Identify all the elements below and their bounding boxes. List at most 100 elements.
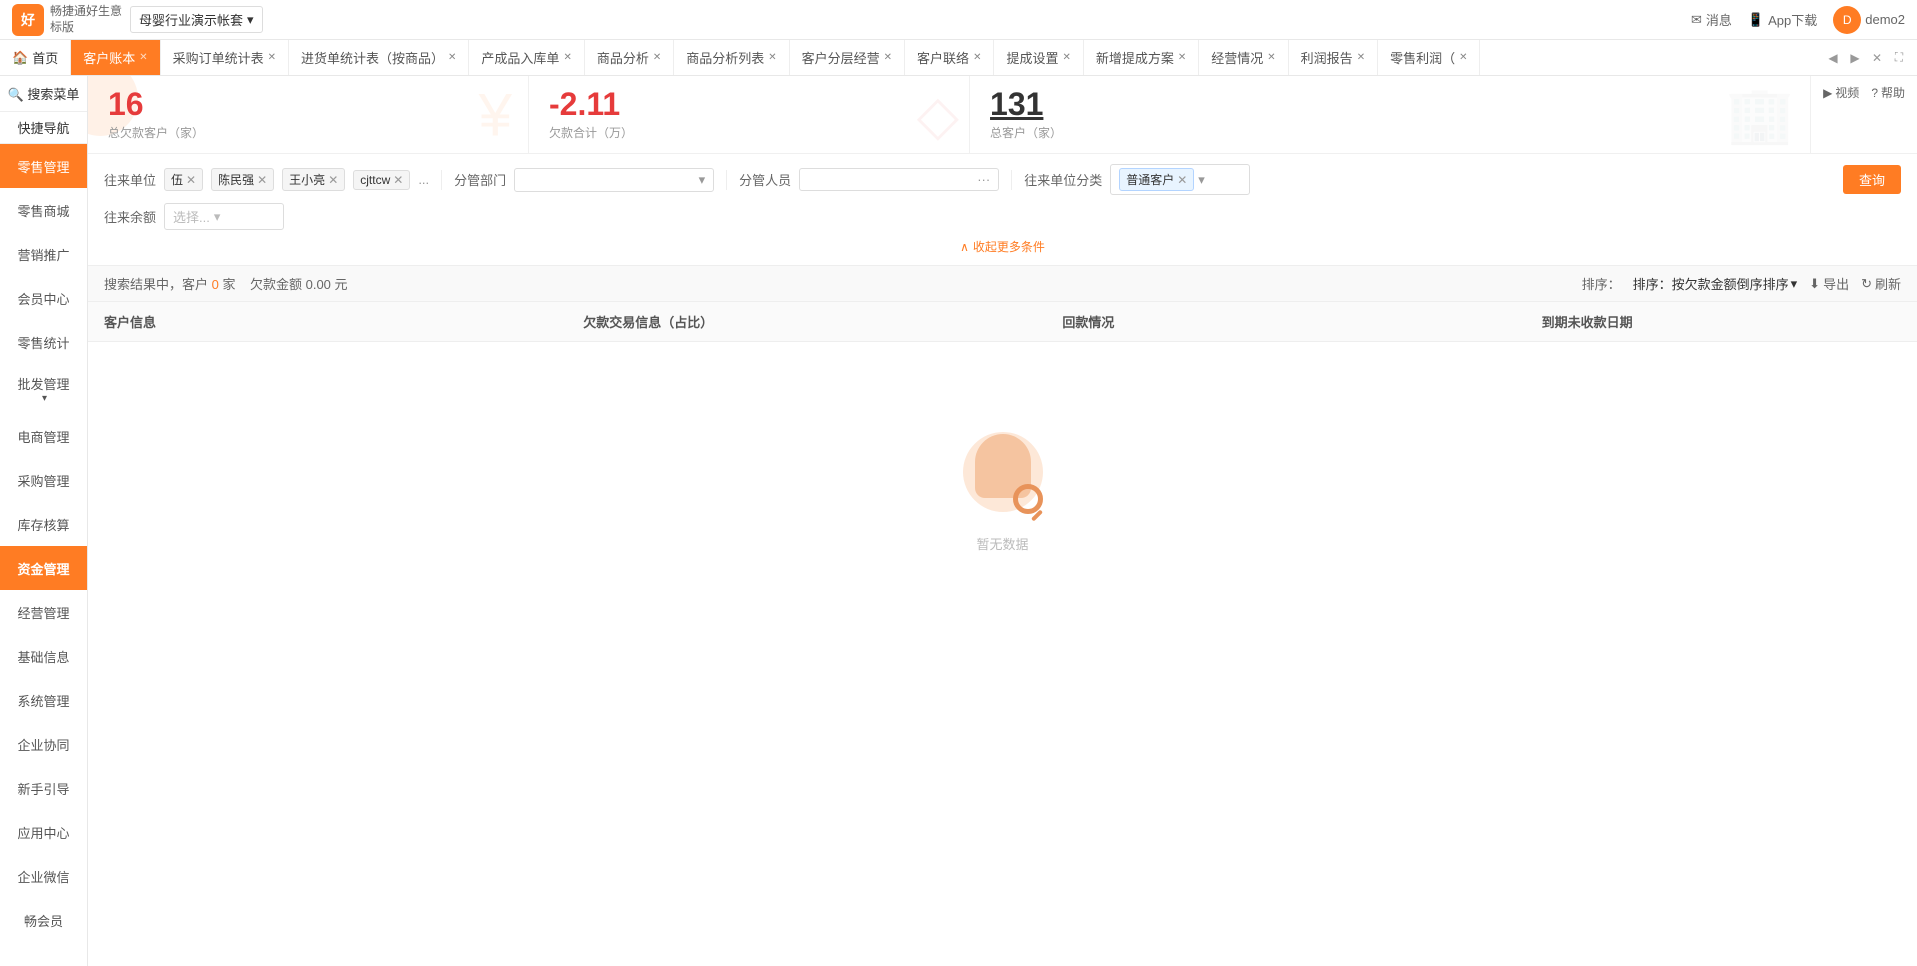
tab-product-in[interactable]: 产成品入库单 ✕ bbox=[469, 40, 584, 76]
export-button[interactable]: ⬇ 导出 bbox=[1809, 274, 1849, 293]
tab-scroll-right[interactable]: ▶ bbox=[1845, 48, 1865, 68]
sidebar-item-ecommerce-mgmt[interactable]: 电商管理 bbox=[0, 414, 87, 458]
sidebar-item-purchase-mgmt[interactable]: 采购管理 bbox=[0, 458, 87, 502]
stat-amount-label: 欠款合计（万） bbox=[549, 124, 633, 141]
close-icon[interactable]: ✕ bbox=[1178, 52, 1186, 63]
close-icon[interactable]: ✕ bbox=[768, 52, 776, 63]
sidebar-item-enterprise-wechat[interactable]: 企业微信 bbox=[0, 854, 87, 898]
close-icon[interactable]: ✕ bbox=[448, 52, 456, 63]
filter-row-1: 往来单位 伍 ✕ 陈民强 ✕ 王小亮 ✕ cjttcw ✕ ... bbox=[104, 164, 1901, 195]
nav-tabs: 🏠 首页 客户账本 ✕ 采购订单统计表 ✕ 进货单统计表（按商品） ✕ 产成品入… bbox=[0, 40, 1917, 76]
tab-product-analysis-list[interactable]: 商品分析列表 ✕ bbox=[674, 40, 789, 76]
sidebar-item-inventory-check[interactable]: 库存核算 bbox=[0, 502, 87, 546]
tab-maximize[interactable]: ⛶ bbox=[1889, 48, 1909, 68]
stat-customers-value: 16 bbox=[108, 88, 144, 120]
filter-tag-wangxiaoliang[interactable]: 王小亮 ✕ bbox=[282, 168, 345, 191]
chevron-down-icon: ▾ bbox=[247, 12, 254, 28]
tab-customer-contact[interactable]: 客户联络 ✕ bbox=[905, 40, 994, 76]
sidebar-search[interactable]: 🔍 搜索菜单 bbox=[0, 76, 87, 112]
filter-more-tags[interactable]: ... bbox=[418, 172, 429, 187]
close-icon[interactable]: ✕ bbox=[1062, 52, 1070, 63]
remove-tag-wangxiaoliang[interactable]: ✕ bbox=[328, 173, 338, 187]
sidebar-item-operation-mgmt[interactable]: 经营管理 bbox=[0, 590, 87, 634]
sidebar-item-marketing[interactable]: 营销推广 bbox=[0, 232, 87, 276]
filter-tag-normal-customer[interactable]: 普通客户 ✕ bbox=[1119, 168, 1194, 191]
app-download-button[interactable]: 📱 App下载 bbox=[1748, 10, 1817, 29]
tab-new-raise[interactable]: 新增提成方案 ✕ bbox=[1084, 40, 1199, 76]
tab-home[interactable]: 🏠 首页 bbox=[0, 40, 71, 76]
query-button[interactable]: 查询 bbox=[1843, 165, 1901, 194]
sidebar-item-vip-member[interactable]: 畅会员 bbox=[0, 898, 87, 942]
tab-customer-account[interactable]: 客户账本 ✕ bbox=[71, 40, 160, 76]
message-icon: ✉ bbox=[1691, 12, 1702, 28]
sidebar-item-wholesale-mgmt[interactable]: 批发管理 ▾ bbox=[0, 364, 87, 414]
remove-tag-wu[interactable]: ✕ bbox=[186, 173, 196, 187]
sidebar-item-app-center[interactable]: 应用中心 bbox=[0, 810, 87, 854]
stat-total-label: 总客户（家） bbox=[990, 124, 1062, 141]
tab-purchase-order[interactable]: 采购订单统计表 ✕ bbox=[161, 40, 289, 76]
tab-scroll-left[interactable]: ◀ bbox=[1823, 48, 1843, 68]
tab-business-status[interactable]: 经营情况 ✕ bbox=[1199, 40, 1288, 76]
filter-balance-dropdown[interactable]: 选择... ▾ bbox=[164, 203, 284, 230]
data-table: 客户信息 欠款交易信息（占比） 回款情况 到期未收款日期 暂无数据 bbox=[88, 302, 1917, 966]
close-icon[interactable]: ✕ bbox=[1459, 52, 1467, 63]
sidebar-item-basic-info[interactable]: 基础信息 bbox=[0, 634, 87, 678]
bg-diamond-icon: ◇ bbox=[917, 83, 959, 147]
content-area: 16 总欠款客户（家） ¥ ◇ -2.11 欠款合计（万） 🏢 131 总客户（… bbox=[88, 76, 1917, 966]
phone-icon: 📱 bbox=[1748, 12, 1764, 28]
stats-banner: 16 总欠款客户（家） ¥ ◇ -2.11 欠款合计（万） 🏢 131 总客户（… bbox=[88, 76, 1917, 153]
filter-dept-dropdown[interactable]: ▾ bbox=[514, 168, 714, 192]
store-selector[interactable]: 母婴行业演示帐套 ▾ bbox=[130, 6, 263, 33]
user-menu[interactable]: D demo2 bbox=[1833, 6, 1905, 34]
close-icon[interactable]: ✕ bbox=[563, 52, 571, 63]
tab-close-all[interactable]: ✕ bbox=[1867, 48, 1887, 68]
export-icon: ⬇ bbox=[1809, 276, 1820, 292]
stat-customers-label: 总欠款客户（家） bbox=[108, 124, 204, 141]
filter-tag-chenminqiang[interactable]: 陈民强 ✕ bbox=[211, 168, 274, 191]
close-icon[interactable]: ✕ bbox=[1357, 52, 1365, 63]
sidebar-item-retail-mgmt[interactable]: 零售管理 bbox=[0, 144, 87, 188]
tab-customer-layer[interactable]: 客户分层经营 ✕ bbox=[790, 40, 905, 76]
chevron-icon: ▾ bbox=[42, 393, 47, 404]
remove-tag-normal[interactable]: ✕ bbox=[1177, 173, 1187, 187]
filter-unit-class-dropdown[interactable]: 普通客户 ✕ ▾ bbox=[1110, 164, 1250, 195]
home-icon: 🏠 bbox=[12, 50, 28, 66]
filter-tag-wu[interactable]: 伍 ✕ bbox=[164, 168, 203, 191]
sidebar-item-member-center[interactable]: 会员中心 bbox=[0, 276, 87, 320]
remove-tag-cjttcw[interactable]: ✕ bbox=[393, 173, 403, 187]
filter-tag-cjttcw[interactable]: cjttcw ✕ bbox=[353, 170, 410, 190]
sidebar-item-enterprise-coop[interactable]: 企业协同 bbox=[0, 722, 87, 766]
tab-raise-settings[interactable]: 提成设置 ✕ bbox=[994, 40, 1083, 76]
help-button[interactable]: ? 帮助 bbox=[1871, 84, 1905, 101]
tab-product-analysis[interactable]: 商品分析 ✕ bbox=[585, 40, 674, 76]
sidebar-item-new-guide[interactable]: 新手引导 bbox=[0, 766, 87, 810]
close-icon[interactable]: ✕ bbox=[973, 52, 981, 63]
sort-selector[interactable]: 排序：按欠款金额倒序排序 ▾ bbox=[1633, 274, 1798, 293]
sidebar-item-retail-stats[interactable]: 零售统计 bbox=[0, 320, 87, 364]
sidebar-item-retail-mall[interactable]: 零售商城 bbox=[0, 188, 87, 232]
close-icon[interactable]: ✕ bbox=[653, 52, 661, 63]
sidebar-item-capital-mgmt[interactable]: 资金管理 bbox=[0, 546, 87, 590]
sidebar: 🔍 搜索菜单 快捷导航 零售管理 零售商城 营销推广 会员中心 零售统计 批发管… bbox=[0, 76, 88, 966]
close-icon[interactable]: ✕ bbox=[1267, 52, 1275, 63]
filter-balance-label: 往来余额 bbox=[104, 207, 156, 226]
close-icon[interactable]: ✕ bbox=[884, 52, 892, 63]
close-icon[interactable]: ✕ bbox=[268, 52, 276, 63]
filter-area: 往来单位 伍 ✕ 陈民强 ✕ 王小亮 ✕ cjttcw ✕ ... bbox=[88, 153, 1917, 265]
remove-tag-chenminqiang[interactable]: ✕ bbox=[257, 173, 267, 187]
message-button[interactable]: ✉ 消息 bbox=[1691, 10, 1732, 29]
video-button[interactable]: ▶ 视频 bbox=[1823, 84, 1859, 101]
topbar: 好 畅捷通好生意 标版 母婴行业演示帐套 ▾ ✉ 消息 📱 App下载 D de… bbox=[0, 0, 1917, 40]
refresh-button[interactable]: ↻ 刷新 bbox=[1861, 274, 1901, 293]
result-actions: 排序： 排序：按欠款金额倒序排序 ▾ ⬇ 导出 ↻ 刷新 bbox=[1582, 274, 1901, 293]
tab-profit-report[interactable]: 利润报告 ✕ bbox=[1289, 40, 1378, 76]
sidebar-item-system-mgmt[interactable]: 系统管理 bbox=[0, 678, 87, 722]
close-icon[interactable]: ✕ bbox=[139, 52, 147, 63]
bg-building-icon: 🏢 bbox=[1726, 82, 1794, 147]
help-icon: ? bbox=[1871, 86, 1878, 100]
tab-stock-stat[interactable]: 进货单统计表（按商品） ✕ bbox=[289, 40, 469, 76]
sidebar-quick-nav[interactable]: 快捷导航 bbox=[0, 112, 87, 144]
tab-retail-profit[interactable]: 零售利润（ ✕ bbox=[1378, 40, 1480, 76]
collapse-button[interactable]: ∧ 收起更多条件 bbox=[104, 238, 1901, 255]
filter-person-dropdown[interactable]: ··· bbox=[799, 168, 999, 191]
